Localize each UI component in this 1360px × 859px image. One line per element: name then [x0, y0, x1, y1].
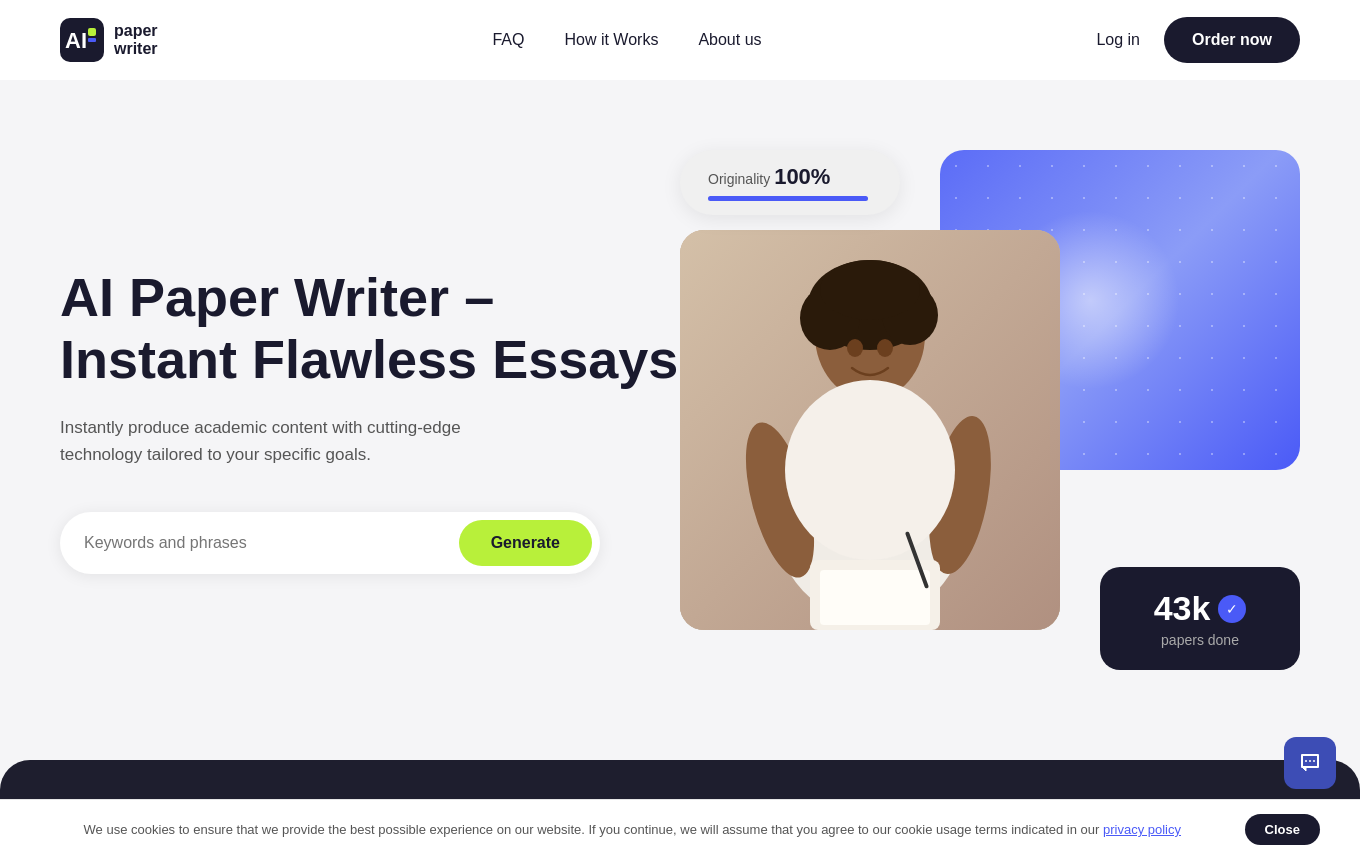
nav-about-us[interactable]: About us — [698, 31, 761, 48]
svg-rect-21 — [1305, 760, 1307, 762]
hero-section: AI Paper Writer – Instant Flawless Essay… — [0, 80, 1360, 760]
nav-right: Log in Order now — [1096, 17, 1300, 63]
svg-point-17 — [877, 339, 893, 357]
logo-link[interactable]: AI paper writer — [60, 18, 158, 62]
privacy-policy-link[interactable]: privacy policy — [1103, 822, 1181, 837]
hero-left: AI Paper Writer – Instant Flawless Essay… — [60, 266, 680, 575]
svg-text:AI: AI — [65, 28, 87, 53]
logo-text: paper writer — [114, 22, 158, 59]
svg-point-16 — [847, 339, 863, 357]
person-illustration — [680, 230, 1060, 630]
svg-rect-19 — [820, 570, 930, 625]
navbar: AI paper writer FAQ How it Works About u… — [0, 0, 1360, 80]
hero-subtitle: Instantly produce academic content with … — [60, 414, 540, 468]
nav-how-it-works[interactable]: How it Works — [564, 31, 658, 48]
svg-point-15 — [785, 380, 955, 560]
nav-faq[interactable]: FAQ — [492, 31, 524, 48]
papers-done-badge: 43k ✓ papers done — [1100, 567, 1300, 670]
photo-card — [680, 230, 1060, 630]
search-row: Generate — [60, 512, 600, 574]
order-now-button[interactable]: Order now — [1164, 17, 1300, 63]
cookie-text: We use cookies to ensure that we provide… — [40, 822, 1225, 837]
login-button[interactable]: Log in — [1096, 31, 1140, 49]
logo-icon: AI — [60, 18, 104, 62]
originality-badge: Originality 100% — [680, 150, 900, 215]
photo-placeholder — [680, 230, 1060, 630]
papers-count-number: 43k — [1154, 589, 1211, 628]
papers-done-label: papers done — [1130, 632, 1270, 648]
progress-bar-fill — [708, 196, 868, 201]
svg-rect-3 — [88, 38, 96, 42]
originality-label: Originality 100% — [708, 164, 872, 190]
chat-button[interactable] — [1284, 737, 1336, 789]
check-icon: ✓ — [1218, 595, 1246, 623]
hero-title: AI Paper Writer – Instant Flawless Essay… — [60, 266, 680, 390]
svg-rect-22 — [1309, 760, 1311, 762]
progress-bar-bg — [708, 196, 868, 201]
cookie-close-button[interactable]: Close — [1245, 814, 1320, 845]
keywords-input[interactable] — [84, 534, 459, 552]
svg-rect-23 — [1313, 760, 1315, 762]
generate-button[interactable]: Generate — [459, 520, 592, 566]
svg-rect-2 — [88, 28, 96, 36]
chat-icon — [1298, 751, 1322, 775]
cookie-banner: We use cookies to ensure that we provide… — [0, 799, 1360, 859]
hero-right: Originality 100% — [680, 150, 1300, 690]
svg-point-10 — [820, 260, 920, 320]
nav-links: FAQ How it Works About us — [492, 31, 761, 49]
papers-count-row: 43k ✓ — [1130, 589, 1270, 628]
